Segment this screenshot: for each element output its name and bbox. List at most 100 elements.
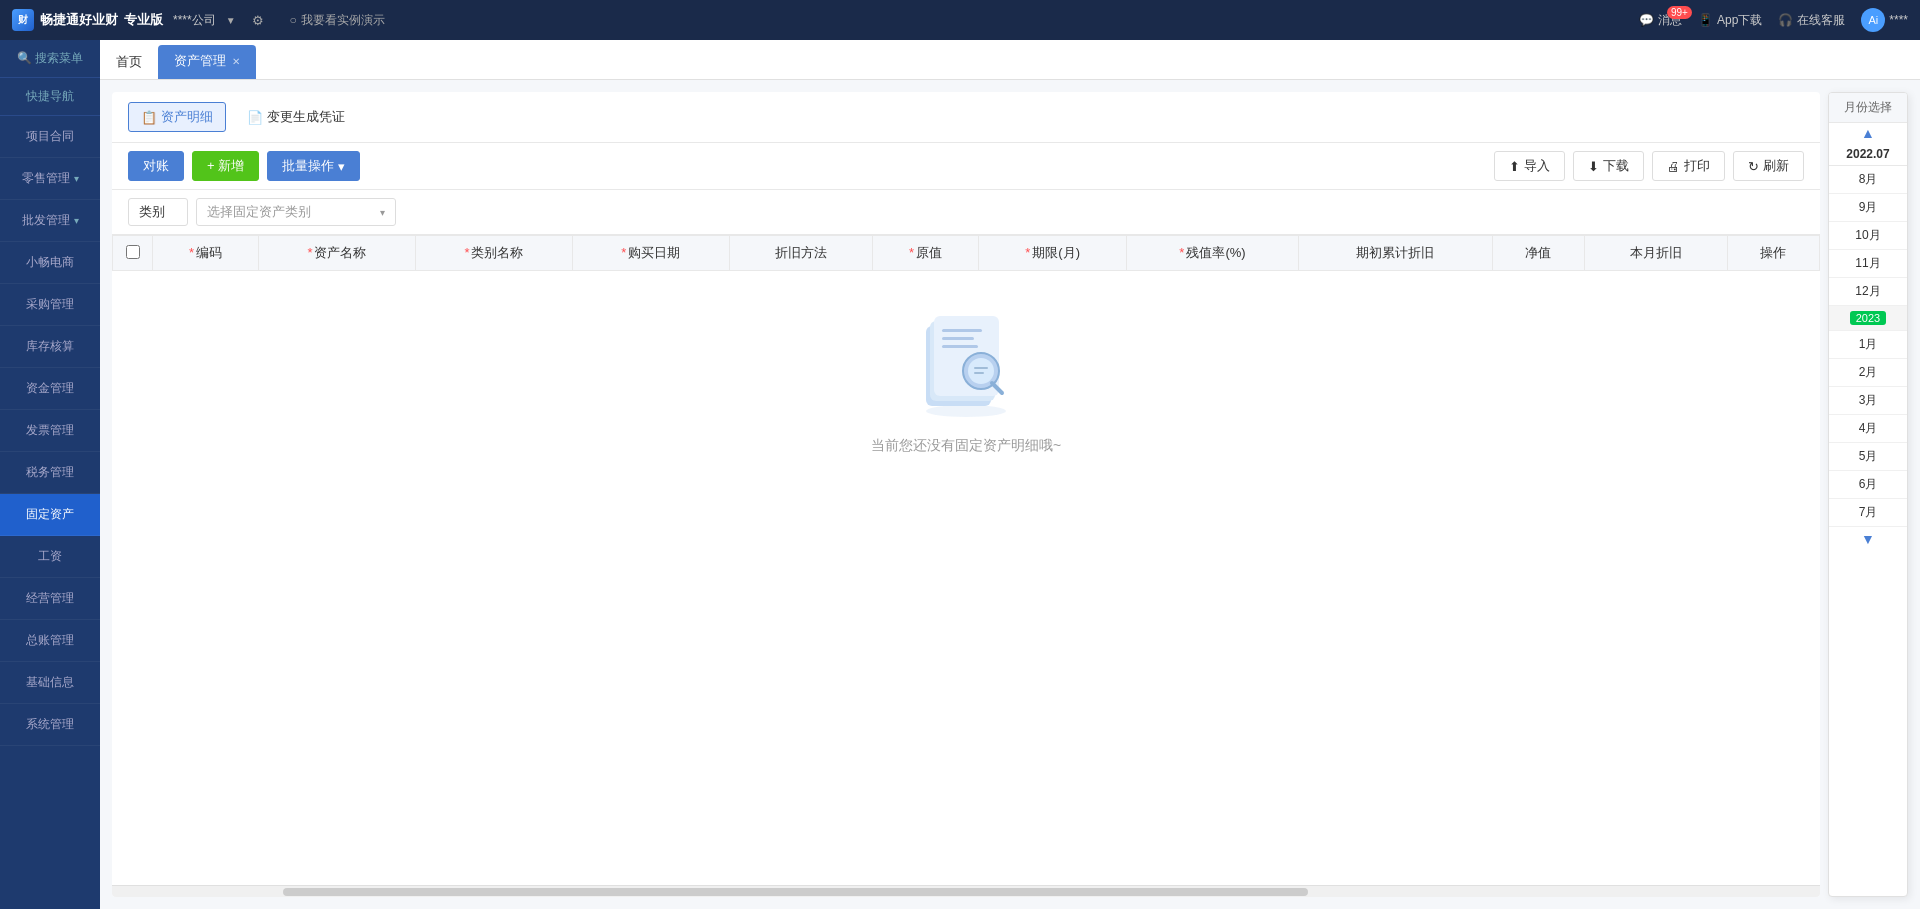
chevron-down-icon: ▾ <box>338 159 345 174</box>
demo-link[interactable]: ○ 我要看实例演示 <box>290 12 385 29</box>
col-original-value: *原值 <box>872 236 978 271</box>
sidebar-item-project[interactable]: 项目合同 <box>0 116 100 158</box>
sidebar-item-fixed-assets[interactable]: 固定资产 <box>0 494 100 536</box>
sidebar-item-wholesale[interactable]: 批发管理 ▾ <box>0 200 100 242</box>
online-service-button[interactable]: 🎧 在线客服 <box>1778 12 1845 29</box>
print-button[interactable]: 🖨 打印 <box>1652 151 1725 181</box>
sidebar-item-finance[interactable]: 资金管理 <box>0 368 100 410</box>
month-picker-down-button[interactable]: ▼ <box>1829 527 1907 551</box>
avatar: Ai <box>1861 8 1885 32</box>
refresh-button[interactable]: ↻ 刷新 <box>1733 151 1804 181</box>
sidebar-item-inventory[interactable]: 库存核算 <box>0 326 100 368</box>
filter-row: 类别 选择固定资产类别 ▾ <box>112 190 1820 235</box>
svg-rect-10 <box>974 367 988 369</box>
top-bar: 财 畅捷通好业财 专业版 ****公司 ▼ ⚙ ○ 我要看实例演示 💬 消息 9… <box>0 0 1920 40</box>
col-period: *期限(月) <box>978 236 1126 271</box>
month-7[interactable]: 7月 <box>1829 499 1907 527</box>
brand: 财 畅捷通好业财 专业版 <box>12 9 163 31</box>
tab-close-icon[interactable]: ✕ <box>232 56 240 67</box>
month-12[interactable]: 12月 <box>1829 278 1907 306</box>
asset-table: *编码 *资产名称 *类别名称 *购买日期 折旧方法 *原值 *期限(月) *残… <box>112 235 1820 271</box>
sidebar-item-retail[interactable]: 零售管理 ▾ <box>0 158 100 200</box>
brand-name: 畅捷通好业财 <box>40 11 118 29</box>
sidebar-item-operations[interactable]: 经营管理 <box>0 578 100 620</box>
month-5[interactable]: 5月 <box>1829 443 1907 471</box>
sub-tab-change-voucher[interactable]: 📄 变更生成凭证 <box>234 102 358 132</box>
year-2022-label: 2022.07 <box>1829 143 1907 166</box>
month-9[interactable]: 9月 <box>1829 194 1907 222</box>
search-icon: 🔍 <box>17 51 32 65</box>
table-container: *编码 *资产名称 *类别名称 *购买日期 折旧方法 *原值 *期限(月) *残… <box>112 235 1820 885</box>
download-icon: ⬇ <box>1588 159 1599 174</box>
month-3[interactable]: 3月 <box>1829 387 1907 415</box>
month-11[interactable]: 11月 <box>1829 250 1907 278</box>
company-dropdown-button[interactable]: ▼ <box>226 15 236 26</box>
settings-button[interactable]: ⚙ <box>246 8 270 32</box>
tab-asset-management[interactable]: 资产管理 ✕ <box>158 45 256 79</box>
demo-icon: ○ <box>290 13 297 27</box>
col-name: *资产名称 <box>258 236 415 271</box>
empty-message: 当前您还没有固定资产明细哦~ <box>871 437 1061 455</box>
horizontal-scrollbar[interactable] <box>112 885 1820 897</box>
sidebar-item-tax[interactable]: 税务管理 <box>0 452 100 494</box>
select-all-header[interactable] <box>113 236 153 271</box>
user-profile[interactable]: Ai **** <box>1861 8 1908 32</box>
search-menu-button[interactable]: 🔍 搜索菜单 <box>0 40 100 78</box>
service-icon: 🎧 <box>1778 13 1793 27</box>
sidebar-item-basic-info[interactable]: 基础信息 <box>0 662 100 704</box>
reconcile-button[interactable]: 对账 <box>128 151 184 181</box>
add-button[interactable]: + 新增 <box>192 151 259 181</box>
empty-illustration <box>906 311 1026 421</box>
month-8[interactable]: 8月 <box>1829 166 1907 194</box>
month-6[interactable]: 6月 <box>1829 471 1907 499</box>
select-all-checkbox[interactable] <box>126 245 140 259</box>
month-10[interactable]: 10月 <box>1829 222 1907 250</box>
scrollbar-thumb[interactable] <box>283 888 1308 896</box>
sidebar-item-system[interactable]: 系统管理 <box>0 704 100 746</box>
import-icon: ⬆ <box>1509 159 1520 174</box>
tab-home[interactable]: 首页 <box>100 45 158 79</box>
month-picker-up-button[interactable]: ▲ <box>1829 123 1907 143</box>
col-residual-rate: *残值率(%) <box>1127 236 1298 271</box>
category-select[interactable]: 类别 <box>128 198 188 226</box>
svg-point-8 <box>968 358 994 384</box>
col-operation: 操作 <box>1727 236 1819 271</box>
sidebar-item-salary[interactable]: 工资 <box>0 536 100 578</box>
content-area: 首页 资产管理 ✕ 📋 资产明细 📄 变更生成凭证 <box>100 40 1920 909</box>
svg-point-0 <box>926 405 1006 417</box>
quick-nav-button[interactable]: 快捷导航 <box>0 78 100 116</box>
month-1[interactable]: 1月 <box>1829 331 1907 359</box>
sidebar: 🔍 搜索菜单 快捷导航 项目合同 零售管理 ▾ 批发管理 ▾ 小畅电商 采购管理… <box>0 40 100 909</box>
month-2[interactable]: 2月 <box>1829 359 1907 387</box>
sidebar-item-general-ledger[interactable]: 总账管理 <box>0 620 100 662</box>
company-selector[interactable]: ****公司 <box>173 12 216 29</box>
year-2023-badge: 2023 <box>1850 311 1886 325</box>
empty-state: 当前您还没有固定资产明细哦~ <box>112 271 1820 495</box>
asset-detail-icon: 📋 <box>141 110 157 125</box>
top-bar-right: 💬 消息 99+ 📱 App下载 🎧 在线客服 Ai **** <box>1639 8 1908 32</box>
app-download-button[interactable]: 📱 App下载 <box>1698 12 1762 29</box>
sidebar-item-ecommerce[interactable]: 小畅电商 <box>0 242 100 284</box>
batch-operation-button[interactable]: 批量操作 ▾ <box>267 151 360 181</box>
col-purchase-date: *购买日期 <box>572 236 729 271</box>
col-code: *编码 <box>153 236 259 271</box>
message-button[interactable]: 💬 消息 99+ <box>1639 12 1682 29</box>
page-content: 📋 资产明细 📄 变更生成凭证 对账 + 新增 批量操作 ▾ <box>100 80 1920 909</box>
main-layout: 🔍 搜索菜单 快捷导航 项目合同 零售管理 ▾ 批发管理 ▾ 小畅电商 采购管理… <box>0 40 1920 909</box>
edition-label: 专业版 <box>124 11 163 29</box>
col-accumulated-depreciation: 期初累计折旧 <box>1298 236 1492 271</box>
category-input[interactable]: 选择固定资产类别 ▾ <box>196 198 396 226</box>
main-panel: 📋 资产明细 📄 变更生成凭证 对账 + 新增 批量操作 ▾ <box>112 92 1820 897</box>
svg-rect-5 <box>942 337 974 340</box>
sidebar-item-purchase[interactable]: 采购管理 <box>0 284 100 326</box>
download-button[interactable]: ⬇ 下载 <box>1573 151 1644 181</box>
change-voucher-icon: 📄 <box>247 110 263 125</box>
col-depreciation-method: 折旧方法 <box>729 236 872 271</box>
svg-rect-11 <box>974 372 984 374</box>
message-icon: 💬 <box>1639 13 1654 27</box>
import-button[interactable]: ⬆ 导入 <box>1494 151 1565 181</box>
month-4[interactable]: 4月 <box>1829 415 1907 443</box>
col-net-value: 净值 <box>1492 236 1584 271</box>
sidebar-item-invoice[interactable]: 发票管理 <box>0 410 100 452</box>
sub-tab-asset-detail[interactable]: 📋 资产明细 <box>128 102 226 132</box>
